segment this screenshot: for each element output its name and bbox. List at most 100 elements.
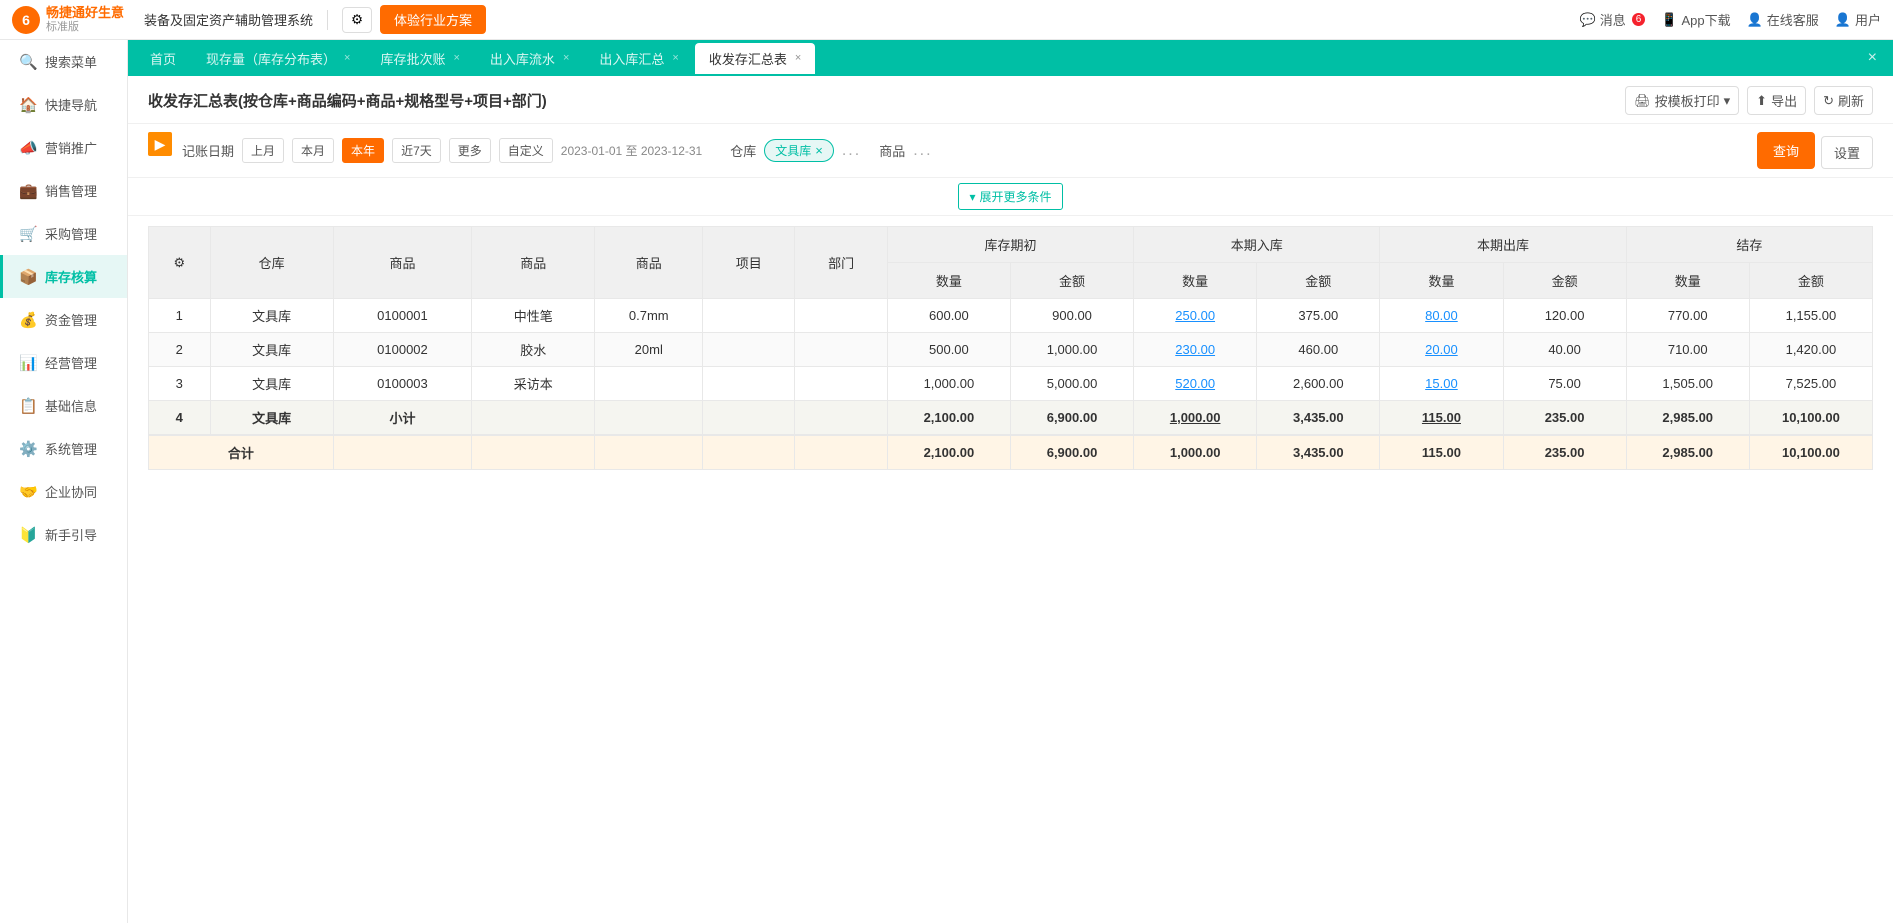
tab-inventory-dist[interactable]: 现存量（库存分布表） × <box>192 43 364 74</box>
table-row: 1 文具库 0100001 中性笔 0.7mm 600.00 900.00 25… <box>149 299 1873 333</box>
sidebar-item-business[interactable]: 📊 经营管理 <box>0 341 127 384</box>
logo-area: 6 畅捷通好生意 标准版 <box>12 5 124 34</box>
row1-warehouse: 文具库 <box>210 299 333 333</box>
close-all-tabs-btn[interactable]: × <box>1860 49 1885 67</box>
th-out-group: 本期出库 <box>1380 227 1626 263</box>
tab-in-out-summary[interactable]: 出入库汇总 × <box>585 43 692 74</box>
subtotal-in-qty[interactable]: 1,000.00 <box>1134 401 1257 436</box>
sidebar-item-enterprise[interactable]: 🤝 企业协同 <box>0 470 127 513</box>
sidebar-item-quick-nav[interactable]: 🏠 快捷导航 <box>0 83 127 126</box>
system-icon: ⚙️ <box>19 440 37 458</box>
date-btn-more[interactable]: 更多 <box>449 138 491 163</box>
sidebar-item-guide[interactable]: 🔰 新手引导 <box>0 513 127 556</box>
tab-receive-send-label: 收发存汇总表 <box>709 49 787 68</box>
sidebar-item-search[interactable]: 🔍 搜索菜单 <box>0 40 127 83</box>
sidebar-label-guide: 新手引导 <box>45 525 97 544</box>
user-icon: 👤 <box>1835 12 1851 28</box>
filter-toggle-btn[interactable]: ▶ <box>148 132 172 156</box>
product-dots[interactable]: ... <box>913 142 932 160</box>
query-btn[interactable]: 查询 <box>1757 132 1815 169</box>
sidebar-item-basic-info[interactable]: 📋 基础信息 <box>0 384 127 427</box>
row3-out-qty[interactable]: 15.00 <box>1380 367 1503 401</box>
tab-batch-account[interactable]: 库存批次账 × <box>366 43 473 74</box>
sidebar: 🔍 搜索菜单 🏠 快捷导航 📣 营销推广 💼 销售管理 🛒 采购管理 📦 库存核… <box>0 40 128 923</box>
row1-out-qty[interactable]: 80.00 <box>1380 299 1503 333</box>
date-label: 记账日期 <box>182 141 234 160</box>
app-download-label: App下载 <box>1681 10 1730 29</box>
page-actions: 🖨 按模板打印 ▾ ⬆ 导出 ↻ 刷新 <box>1625 86 1873 115</box>
warehouse-filter-tag[interactable]: 文具库 × <box>764 139 834 162</box>
tab-home[interactable]: 首页 <box>136 43 190 74</box>
settings-button[interactable]: ⚙ <box>342 7 372 33</box>
service-icon: 👤 <box>1747 12 1763 28</box>
total-opening-qty: 2,100.00 <box>887 435 1010 470</box>
row3-spec <box>595 367 703 401</box>
tab-receive-send[interactable]: 收发存汇总表 × <box>695 43 815 74</box>
print-btn[interactable]: 🖨 按模板打印 ▾ <box>1625 86 1739 115</box>
capital-icon: 💰 <box>19 311 37 329</box>
experience-btn[interactable]: 体验行业方案 <box>380 5 486 34</box>
filter-inner: 记账日期 上月 本月 本年 近7天 更多 自定义 2023-01-01 至 20… <box>182 132 1873 169</box>
tab-in-out-flow-close[interactable]: × <box>563 52 569 64</box>
filter-settings-btn[interactable]: 设置 <box>1821 136 1873 169</box>
row1-in-qty[interactable]: 250.00 <box>1134 299 1257 333</box>
tab-in-out-summary-close[interactable]: × <box>672 52 678 64</box>
total-label: 合计 <box>149 435 334 470</box>
warehouse-tag-remove[interactable]: × <box>815 143 823 158</box>
table-settings-icon[interactable]: ⚙ <box>173 255 185 270</box>
row3-name: 采访本 <box>472 367 595 401</box>
row3-no: 3 <box>149 367 211 401</box>
row1-name: 中性笔 <box>472 299 595 333</box>
sidebar-item-marketing[interactable]: 📣 营销推广 <box>0 126 127 169</box>
tab-receive-send-close[interactable]: × <box>795 52 801 64</box>
guide-icon: 🔰 <box>19 526 37 544</box>
row2-spec: 20ml <box>595 333 703 367</box>
sidebar-item-system[interactable]: ⚙️ 系统管理 <box>0 427 127 470</box>
row2-in-qty[interactable]: 230.00 <box>1134 333 1257 367</box>
row3-dept <box>795 367 887 401</box>
sidebar-label-quick-nav: 快捷导航 <box>45 95 97 114</box>
row2-out-qty[interactable]: 20.00 <box>1380 333 1503 367</box>
subtotal-empty4 <box>795 401 887 436</box>
th-product-spec: 商品 <box>595 227 703 299</box>
tab-batch-account-close[interactable]: × <box>453 52 459 64</box>
export-btn[interactable]: ⬆ 导出 <box>1747 86 1806 115</box>
th-product-name: 商品 <box>472 227 595 299</box>
row3-in-qty[interactable]: 520.00 <box>1134 367 1257 401</box>
tab-in-out-flow[interactable]: 出入库流水 × <box>476 43 583 74</box>
sidebar-item-purchase[interactable]: 🛒 采购管理 <box>0 212 127 255</box>
tab-inventory-dist-close[interactable]: × <box>344 52 350 64</box>
sidebar-item-sales[interactable]: 💼 销售管理 <box>0 169 127 212</box>
row3-opening-amount: 5,000.00 <box>1010 367 1133 401</box>
subtotal-out-qty[interactable]: 115.00 <box>1380 401 1503 436</box>
expand-more-btn[interactable]: ▾ 展开更多条件 <box>958 183 1062 210</box>
online-service-action[interactable]: 👤 在线客服 <box>1747 10 1819 29</box>
th-out-qty: 数量 <box>1380 263 1503 299</box>
refresh-btn[interactable]: ↻ 刷新 <box>1814 86 1873 115</box>
date-btn-this-month[interactable]: 本月 <box>292 138 334 163</box>
filter-section: ▶ 记账日期 上月 本月 本年 近7天 更多 自定义 2023-01-01 至 … <box>128 124 1893 178</box>
row1-no: 1 <box>149 299 211 333</box>
message-action[interactable]: 💬 消息 6 <box>1580 10 1646 29</box>
sidebar-item-inventory[interactable]: 📦 库存核算 <box>0 255 127 298</box>
query-actions: 查询 设置 <box>1757 132 1873 169</box>
th-settings[interactable]: ⚙ <box>149 227 211 299</box>
refresh-icon: ↻ <box>1823 93 1834 109</box>
row2-no: 2 <box>149 333 211 367</box>
online-service-label: 在线客服 <box>1767 10 1819 29</box>
header-actions: 💬 消息 6 📱 App下载 👤 在线客服 👤 用户 <box>1580 10 1882 29</box>
date-btn-last-month[interactable]: 上月 <box>242 138 284 163</box>
row2-dept <box>795 333 887 367</box>
row2-out-amount: 40.00 <box>1503 333 1626 367</box>
app-download-action[interactable]: 📱 App下载 <box>1661 10 1730 29</box>
sidebar-item-capital[interactable]: 💰 资金管理 <box>0 298 127 341</box>
warehouse-dots[interactable]: ... <box>842 142 861 160</box>
date-btn-custom[interactable]: 自定义 <box>499 138 553 163</box>
print-icon: 🖨 <box>1634 93 1651 109</box>
sidebar-label-enterprise: 企业协同 <box>45 482 97 501</box>
user-action[interactable]: 👤 用户 <box>1835 10 1881 29</box>
date-btn-7days[interactable]: 近7天 <box>392 138 441 163</box>
date-btn-this-year[interactable]: 本年 <box>342 138 384 163</box>
row3-balance-amount: 7,525.00 <box>1749 367 1872 401</box>
total-balance-qty: 2,985.00 <box>1626 435 1749 470</box>
